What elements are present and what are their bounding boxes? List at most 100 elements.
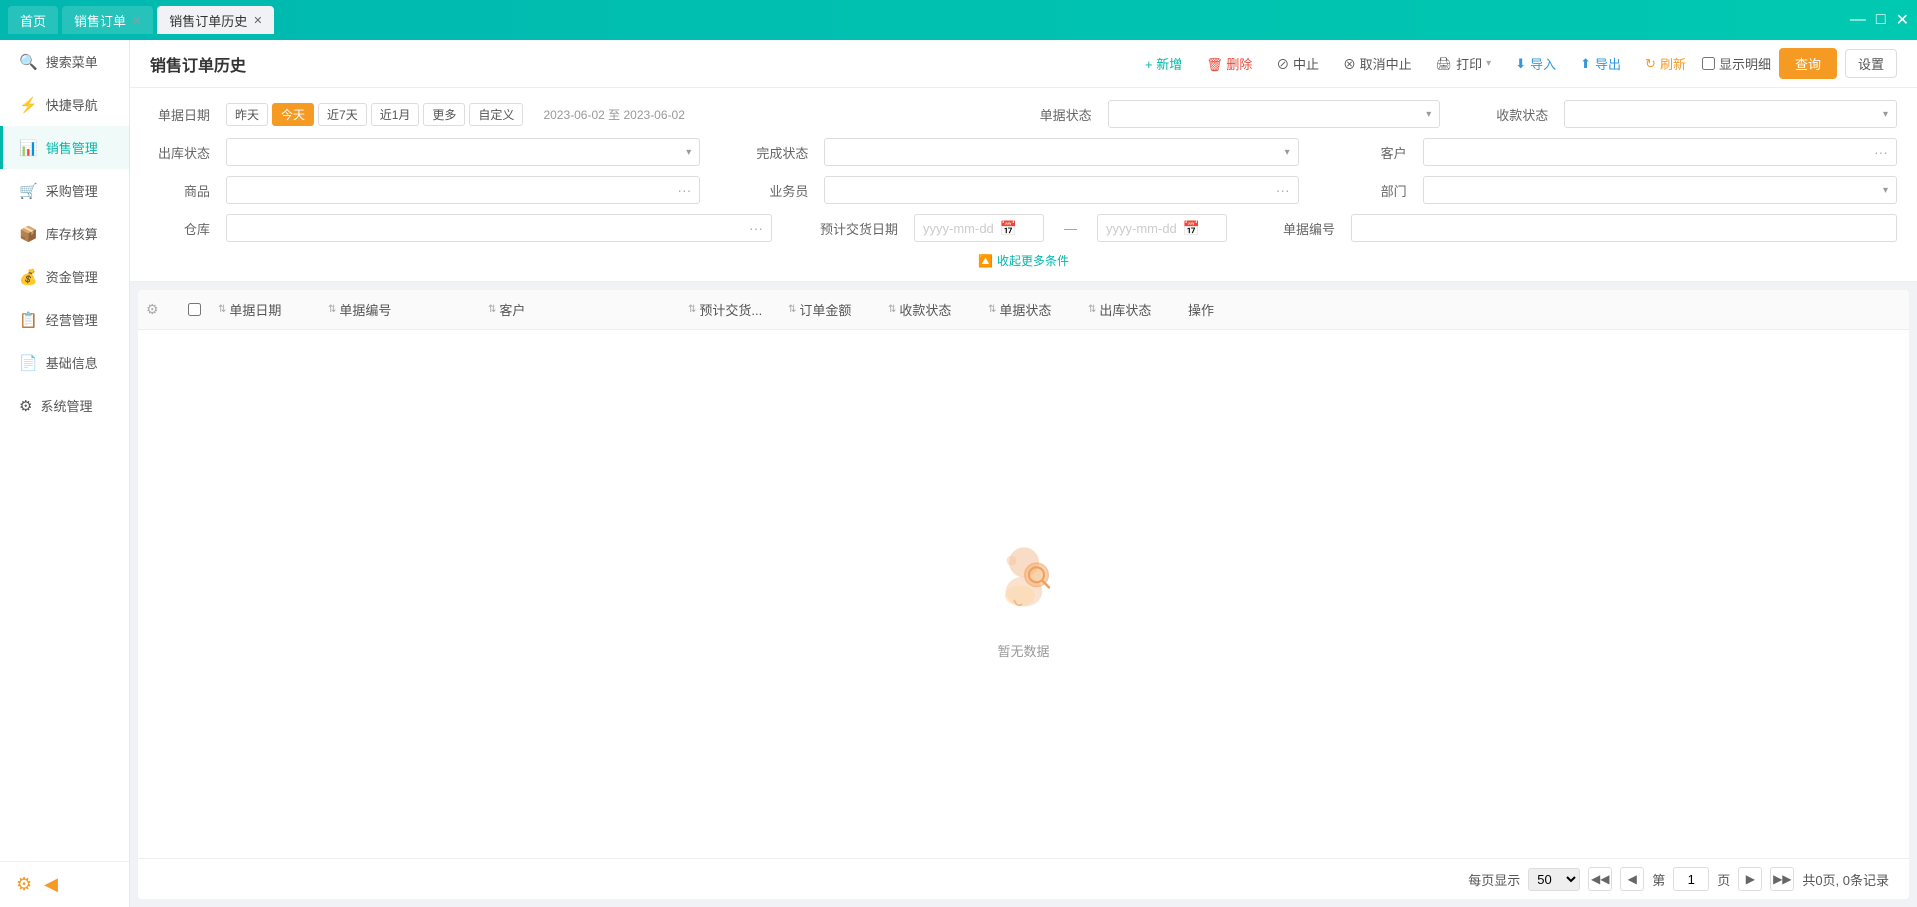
first-page-button[interactable]: ◀◀ xyxy=(1588,867,1612,891)
date-range-text: 2023-06-02 至 2023-06-02 xyxy=(543,106,684,123)
filter-row-4: 仓库 ··· 预计交货日期 yyyy-mm-dd 📅 — yyyy-mm-dd … xyxy=(150,214,1897,242)
sort-icon-status[interactable]: ⇅ xyxy=(988,304,996,315)
order-num-input[interactable] xyxy=(1351,214,1897,242)
delivery-status-chevron: ▾ xyxy=(686,147,691,158)
export-button[interactable]: ⬆ 导出 xyxy=(1572,50,1629,77)
new-button[interactable]: + 新增 xyxy=(1137,50,1190,77)
salesman-input[interactable]: ··· xyxy=(824,176,1298,204)
sidebar-item-sales[interactable]: 📊 销售管理 xyxy=(0,126,129,169)
sidebar-item-inventory[interactable]: 📦 库存核算 xyxy=(0,212,129,255)
sidebar-item-search[interactable]: 🔍 搜索菜单 xyxy=(0,40,129,83)
sort-icon-payment[interactable]: ⇅ xyxy=(888,304,896,315)
cancel-stop-button[interactable]: ⊗ 取消中止 xyxy=(1335,50,1420,77)
sort-icon-date[interactable]: ⇅ xyxy=(218,304,226,315)
delete-button[interactable]: 🗑 删除 xyxy=(1198,50,1260,77)
complete-status-select[interactable]: ▾ xyxy=(824,138,1298,166)
toolbar: + 新增 🗑 删除 ⊘ 中止 ⊗ 取消中止 🖨 🖨 打印 打印 ▾ ⬇ 导入 ⬆… xyxy=(1137,48,1897,79)
tab-home[interactable]: 首页 xyxy=(8,6,58,34)
page-size-select[interactable]: 50 10 20 100 xyxy=(1528,868,1580,891)
sidebar-item-base[interactable]: 📄 基础信息 xyxy=(0,341,129,384)
date-btn-1month[interactable]: 近1月 xyxy=(371,103,420,126)
order-status-select[interactable]: ▾ xyxy=(1108,100,1441,128)
sidebar-item-shortcuts-label: 快捷导航 xyxy=(46,95,98,114)
page-size-label: 每页显示 xyxy=(1468,870,1520,889)
delivery-status-select[interactable]: ▾ xyxy=(226,138,700,166)
delivery-status-label: 出库状态 xyxy=(150,143,210,162)
sidebar-item-operation[interactable]: 📋 经营管理 xyxy=(0,298,129,341)
product-dots: ··· xyxy=(677,182,691,198)
sort-icon-num[interactable]: ⇅ xyxy=(328,304,336,315)
next-page-button[interactable]: ▶ xyxy=(1738,867,1762,891)
sales-icon: 📊 xyxy=(19,139,38,157)
calendar-start-icon: 📅 xyxy=(1000,220,1017,237)
sort-icon-customer[interactable]: ⇅ xyxy=(488,304,496,315)
system-icon: ⚙ xyxy=(19,397,32,415)
tab-sales-order[interactable]: 销售订单 ✕ xyxy=(62,6,153,34)
date-btn-today[interactable]: 今天 xyxy=(272,103,314,126)
show-detail-checkbox[interactable]: 显示明细 xyxy=(1702,54,1771,73)
th-num: ⇅ 单据编号 xyxy=(320,300,480,319)
tab-sales-order-label: 销售订单 xyxy=(74,11,126,30)
print-button[interactable]: 🖨 🖨 打印 打印 ▾ xyxy=(1428,50,1500,77)
minimize-icon[interactable]: — xyxy=(1850,11,1866,29)
show-detail-input[interactable] xyxy=(1702,57,1715,70)
sidebar-item-purchase[interactable]: 🛒 采购管理 xyxy=(0,169,129,212)
sort-icon-out[interactable]: ⇅ xyxy=(1088,304,1096,315)
page-number-input[interactable] xyxy=(1673,867,1709,891)
empty-illustration xyxy=(974,529,1074,629)
date-btn-more[interactable]: 更多 xyxy=(423,103,465,126)
query-button[interactable]: 查询 xyxy=(1779,48,1837,79)
close-tab-sales-history[interactable]: ✕ xyxy=(253,14,262,27)
select-all-input[interactable] xyxy=(188,303,201,316)
sidebar-item-finance[interactable]: 💰 资金管理 xyxy=(0,255,129,298)
th-status: ⇅ 单据状态 xyxy=(980,300,1080,319)
date-btn-custom[interactable]: 自定义 xyxy=(469,103,523,126)
warehouse-input[interactable]: ··· xyxy=(226,214,772,242)
sidebar-item-system[interactable]: ⚙ 系统管理 xyxy=(0,384,129,427)
maximize-icon[interactable]: □ xyxy=(1876,11,1886,29)
collapse-bar[interactable]: 🔼 收起更多条件 xyxy=(150,252,1897,269)
warehouse-dots: ··· xyxy=(749,220,763,236)
delivery-date-end[interactable]: yyyy-mm-dd 📅 xyxy=(1097,214,1227,242)
set-button[interactable]: 设置 xyxy=(1845,49,1897,78)
order-status-chevron: ▾ xyxy=(1426,109,1431,120)
th-date-label: 单据日期 xyxy=(229,300,281,319)
th-out: ⇅ 出库状态 xyxy=(1080,300,1180,319)
date-btn-yesterday[interactable]: 昨天 xyxy=(226,103,268,126)
prev-page-button[interactable]: ◀ xyxy=(1620,867,1644,891)
window-close-icon[interactable]: ✕ xyxy=(1896,10,1909,30)
date-label: 单据日期 xyxy=(150,105,210,124)
salesman-dots: ··· xyxy=(1276,182,1290,198)
next-page-icon: ▶ xyxy=(1746,872,1755,886)
import-button[interactable]: ⬇ 导入 xyxy=(1507,50,1564,77)
page-word: 第 xyxy=(1652,870,1665,889)
close-tab-sales-order[interactable]: ✕ xyxy=(132,14,141,27)
base-icon: 📄 xyxy=(19,354,38,372)
sort-icon-delivery[interactable]: ⇅ xyxy=(688,304,696,315)
page-title: 销售订单历史 xyxy=(150,52,246,76)
stop-button[interactable]: ⊘ 中止 xyxy=(1268,50,1327,77)
settings-icon[interactable]: ⚙ xyxy=(16,874,32,895)
top-bar: 首页 销售订单 ✕ 销售订单历史 ✕ — □ ✕ xyxy=(0,0,1917,40)
order-status-label: 单据状态 xyxy=(1032,105,1092,124)
tab-sales-history[interactable]: 销售订单历史 ✕ xyxy=(157,6,274,34)
last-page-icon: ▶▶ xyxy=(1773,872,1791,886)
product-input[interactable]: ··· xyxy=(226,176,700,204)
select-all-checkbox[interactable] xyxy=(178,303,210,316)
sort-icon-amount[interactable]: ⇅ xyxy=(788,304,796,315)
delivery-date-start[interactable]: yyyy-mm-dd 📅 xyxy=(914,214,1044,242)
th-customer-label: 客户 xyxy=(499,300,525,319)
payment-status-select[interactable]: ▾ xyxy=(1564,100,1897,128)
customer-input[interactable]: ··· xyxy=(1423,138,1897,166)
column-settings-icon[interactable]: ⚙ xyxy=(146,301,178,318)
sidebar-item-shortcuts[interactable]: ⚡ 快捷导航 xyxy=(0,83,129,126)
delivery-date-end-placeholder: yyyy-mm-dd xyxy=(1106,221,1177,236)
last-page-button[interactable]: ▶▶ xyxy=(1770,867,1794,891)
complete-status-chevron: ▾ xyxy=(1285,147,1290,158)
department-select[interactable]: ▾ xyxy=(1423,176,1897,204)
first-page-icon: ◀◀ xyxy=(1591,872,1609,886)
collapse-sidebar-icon[interactable]: ◀ xyxy=(44,874,58,895)
refresh-button[interactable]: ↻ 刷新 xyxy=(1637,50,1694,77)
date-btn-7days[interactable]: 近7天 xyxy=(318,103,367,126)
department-label: 部门 xyxy=(1347,181,1407,200)
